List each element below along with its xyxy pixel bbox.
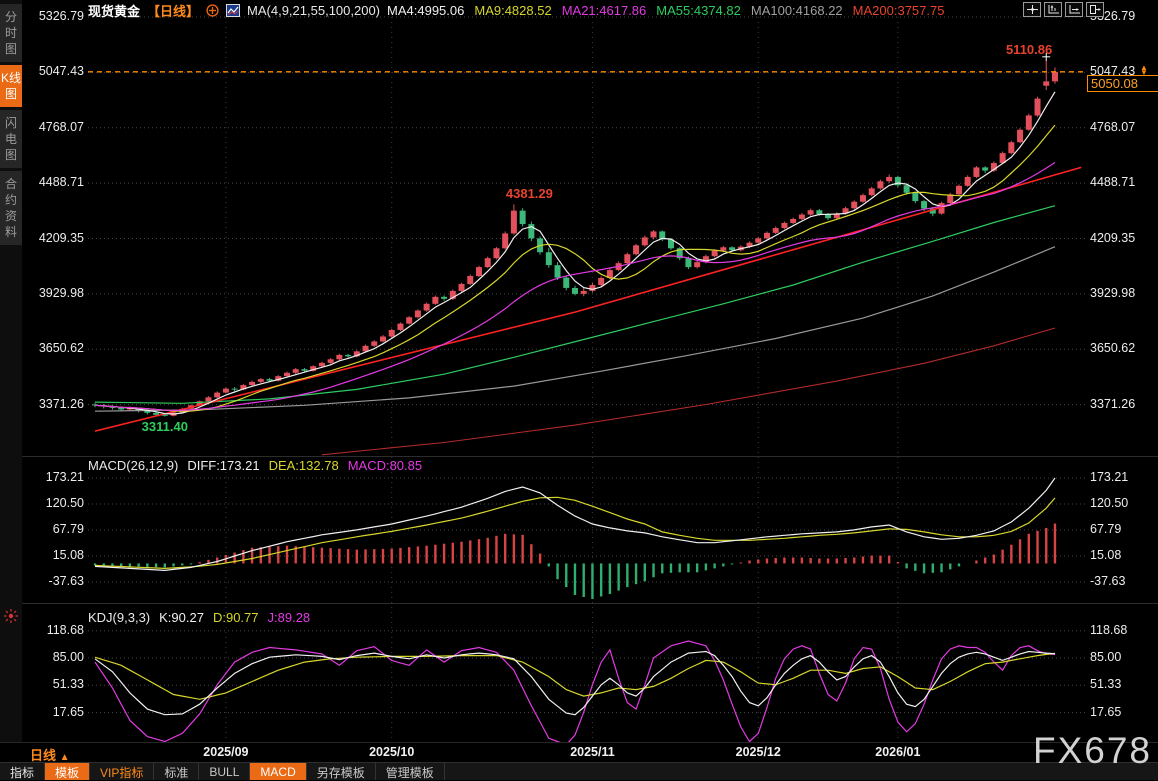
ma-group-label: MA(4,9,21,55,100,200): [247, 3, 380, 18]
kdj-title: KDJ(9,3,3): [88, 610, 150, 625]
crosshair-icon[interactable]: [1023, 2, 1041, 17]
sidebar: 分时图 K线图闪电图合约资料: [0, 0, 22, 742]
toolbar-tab-标准[interactable]: 标准: [154, 763, 199, 780]
ma-legend-value: MA4:4995.06: [387, 3, 464, 18]
kdj-pane-header: KDJ(9,3,3) K:90.27 D:90.77 J:89.28: [88, 610, 310, 625]
toolbar-tab-VIP指标[interactable]: VIP指标: [90, 763, 154, 780]
x-axis-row: [0, 742, 1158, 763]
ma-legend-value: MA55:4374.82: [656, 3, 741, 18]
pan-right-icon[interactable]: [1086, 2, 1104, 17]
ma-legend-value: MA200:3757.75: [853, 3, 945, 18]
starburst-icon: [3, 608, 19, 624]
toolbar-tab-模板[interactable]: 模板: [45, 763, 90, 780]
ma-legend-value: MA21:4617.86: [562, 3, 647, 18]
macd-legend-value: DIFF:173.21: [187, 458, 259, 473]
toolbar-tab-另存模板[interactable]: 另存模板: [307, 763, 376, 780]
last-price-tag: 5050.08: [1087, 75, 1158, 92]
price-chart-canvas[interactable]: [0, 0, 1158, 779]
macd-legend-value: MACD:80.85: [348, 458, 422, 473]
add-indicator-icon[interactable]: [206, 4, 219, 17]
macd-legend-value: DEA:132.78: [269, 458, 339, 473]
kdj-legend-value: J:89.28: [268, 610, 311, 625]
ma-legend-value: MA9:4828.52: [474, 3, 551, 18]
kdj-legend-value: D:90.77: [213, 610, 259, 625]
sidebar-tab-合约资料[interactable]: 合约资料: [0, 171, 22, 245]
macd-pane-header: MACD(26,12,9) DIFF:173.21 DEA:132.78 MACD:…: [88, 458, 422, 473]
macd-values: DIFF:173.21 DEA:132.78 MACD:80.85: [187, 458, 422, 473]
ma-legend-value: MA100:4168.22: [751, 3, 843, 18]
toolbar-tab-BULL[interactable]: BULL: [199, 763, 250, 780]
chart-legend-bar: 现货黄金 【日线】 MA(4,9,21,55,100,200) MA4:4995…: [88, 2, 944, 18]
kdj-values: K:90.27 D:90.77 J:89.28: [159, 610, 310, 625]
alert-flash-icon[interactable]: [3, 608, 19, 629]
sidebar-tab-分时图[interactable]: 分时图: [0, 4, 22, 62]
sidebar-tab-K线图[interactable]: K线图: [0, 65, 22, 107]
chart-thumbnail-icon[interactable]: [226, 4, 240, 17]
sidebar-tab-闪电图[interactable]: 闪电图: [0, 110, 22, 168]
period-selector-label: 日线: [30, 748, 56, 763]
macd-title: MACD(26,12,9): [88, 458, 178, 473]
period-label[interactable]: 【日线】: [147, 1, 199, 20]
template-toolbar: 指标模板VIP指标标准BULLMACD另存模板管理模板: [0, 762, 1158, 780]
toolbar-tab-指标[interactable]: 指标: [0, 763, 45, 780]
zoom-in-axis-icon[interactable]: [1044, 2, 1062, 17]
watermark: FX678: [1033, 730, 1152, 772]
arrow-down-icon: ▼: [1140, 70, 1148, 75]
toolbar-tab-管理模板[interactable]: 管理模板: [376, 763, 445, 780]
chart-tools: [1023, 2, 1104, 17]
ma-values: MA4:4995.06 MA9:4828.52 MA21:4617.86 MA55:4…: [387, 3, 944, 18]
toolbar-tab-MACD[interactable]: MACD: [250, 763, 306, 780]
symbol-name: 现货黄金: [88, 1, 140, 20]
kdj-legend-value: K:90.27: [159, 610, 204, 625]
zoom-out-axis-icon[interactable]: [1065, 2, 1083, 17]
jump-to-latest-button[interactable]: ▲▼: [1140, 65, 1148, 75]
